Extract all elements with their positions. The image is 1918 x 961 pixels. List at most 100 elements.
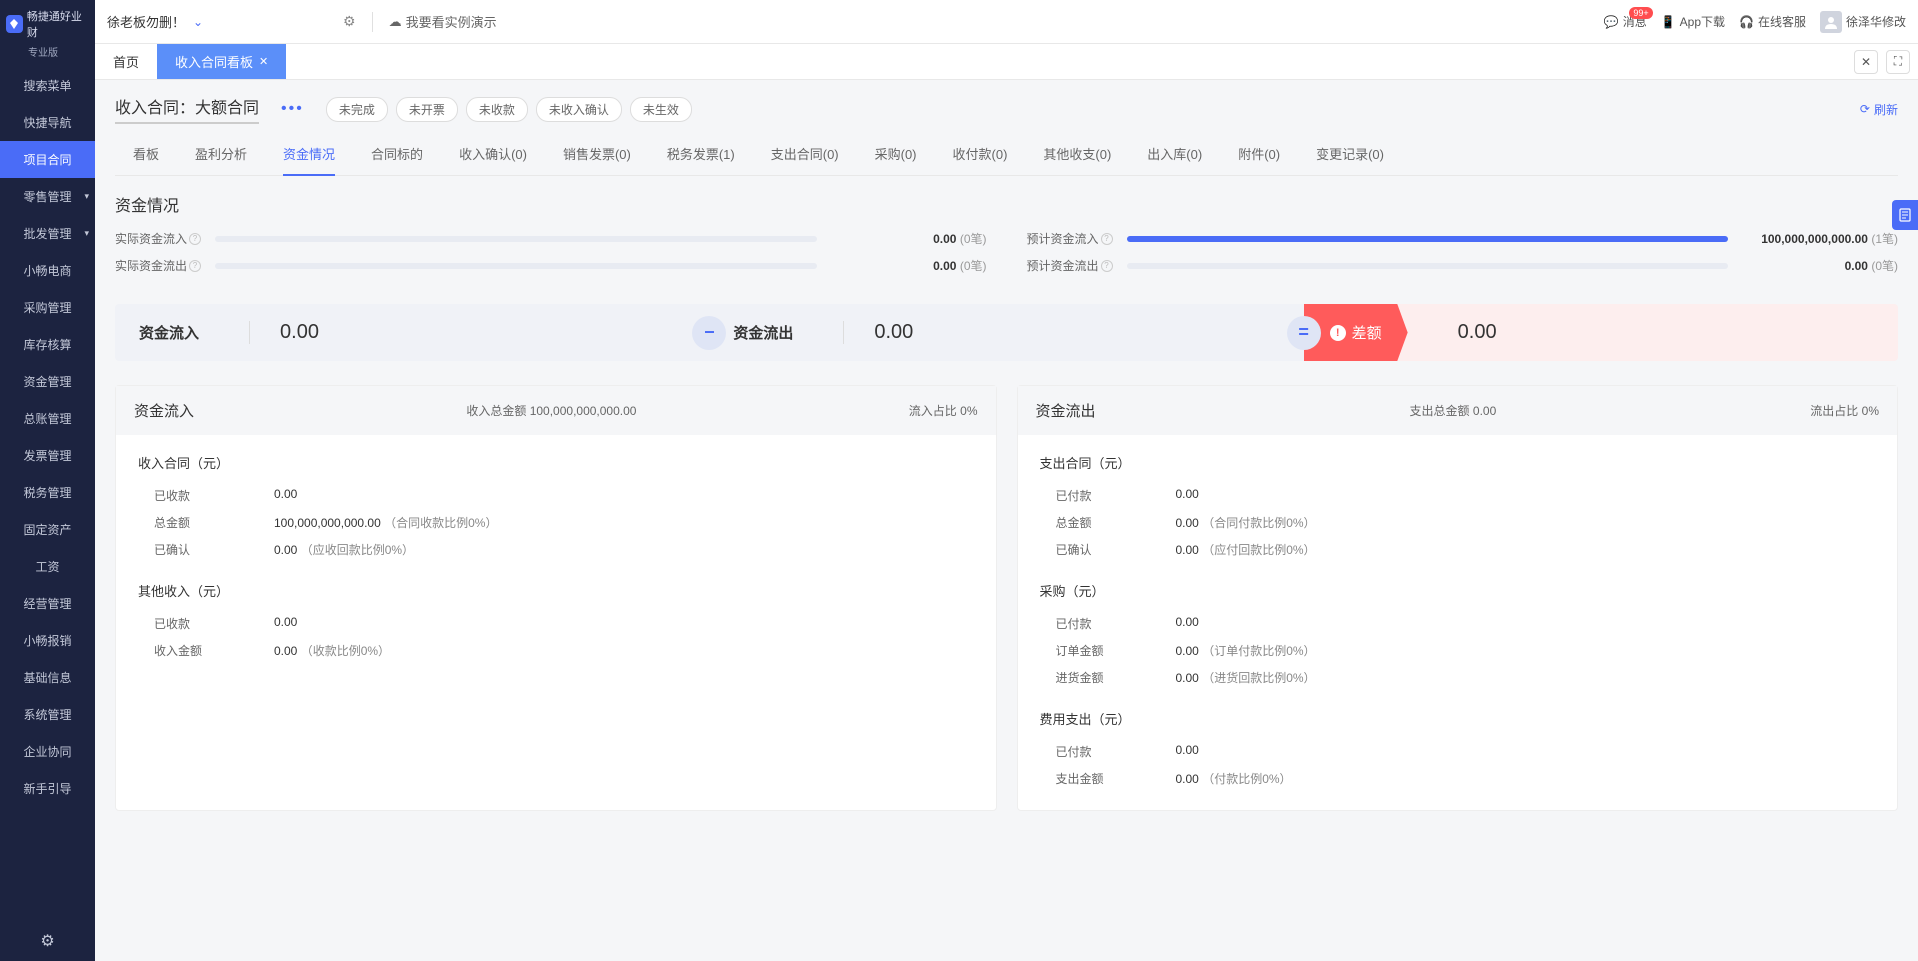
- contract-name: 大额合同: [195, 100, 259, 117]
- inner-tab-13[interactable]: 变更记录(0): [1298, 134, 1402, 175]
- outflow-ratio-label: 流出占比: [1810, 404, 1858, 418]
- outflow-panel-header: 资金流出 支出总金额 0.00 流出占比 0%: [1018, 386, 1898, 435]
- sidebar-item-1[interactable]: 快捷导航: [0, 104, 95, 141]
- sidebar-item-label: 库存核算: [23, 336, 71, 353]
- fund-label: 实际资金流入 ?: [115, 230, 205, 247]
- side-float-button[interactable]: [1892, 200, 1918, 230]
- summary-diff-label: 差额: [1352, 322, 1382, 343]
- inflow-panel-title: 资金流入: [134, 400, 194, 421]
- inner-tab-4[interactable]: 收入确认(0): [441, 134, 545, 175]
- status-pill-1[interactable]: 未开票: [396, 97, 458, 122]
- sidebar-item-2[interactable]: 项目合同: [0, 141, 95, 178]
- sidebar-settings[interactable]: ⚙: [0, 921, 95, 961]
- sidebar-item-14[interactable]: 经营管理: [0, 585, 95, 622]
- company-selector[interactable]: 徐老板勿删！ ⌄: [107, 12, 327, 31]
- chevron-down-icon: ▾: [84, 228, 89, 239]
- demo-link-label: 我要看实例演示: [406, 12, 497, 31]
- inner-tab-5[interactable]: 销售发票(0): [545, 134, 649, 175]
- inner-tab-0[interactable]: 看板: [115, 134, 177, 175]
- demo-link[interactable]: ☁ 我要看实例演示: [389, 12, 497, 31]
- app-download-button[interactable]: 📱 App下载: [1661, 13, 1725, 30]
- inner-tab-3[interactable]: 合同标的: [353, 134, 441, 175]
- sidebar-item-label: 工资: [35, 558, 59, 575]
- more-actions-button[interactable]: •••: [271, 100, 314, 118]
- help-icon[interactable]: ?: [189, 260, 201, 272]
- status-pill-2[interactable]: 未收款: [466, 97, 528, 122]
- company-settings-icon[interactable]: ⚙: [343, 13, 356, 30]
- funds-actual-column: 实际资金流入 ?0.00 (0笔)实际资金流出 ?0.00 (0笔): [115, 230, 987, 284]
- tab-home-label: 首页: [113, 52, 139, 71]
- sidebar-item-4[interactable]: 批发管理▾: [0, 215, 95, 252]
- inner-tab-7[interactable]: 支出合同(0): [753, 134, 857, 175]
- help-icon[interactable]: ?: [1101, 233, 1113, 245]
- fund-progress-fill: [1127, 236, 1729, 242]
- summary-outflow-value: 0.00: [843, 321, 1279, 344]
- sidebar-item-label: 经营管理: [23, 595, 71, 612]
- sidebar-item-label: 零售管理: [23, 188, 71, 205]
- row-key: 已付款: [1056, 743, 1176, 760]
- inner-tab-11[interactable]: 出入库(0): [1129, 134, 1220, 175]
- sidebar-item-13[interactable]: 工资: [0, 548, 95, 585]
- inflow-total-value: 100,000,000,000.00: [530, 404, 637, 418]
- sidebar-item-5[interactable]: 小畅电商: [0, 252, 95, 289]
- panel-data-row: 已确认0.00 （应收回款比例0%）: [138, 536, 974, 563]
- inner-tab-6[interactable]: 税务发票(1): [649, 134, 753, 175]
- inner-tab-12[interactable]: 附件(0): [1220, 134, 1298, 175]
- status-pill-4[interactable]: 未生效: [630, 97, 692, 122]
- sidebar-item-17[interactable]: 系统管理: [0, 696, 95, 733]
- fund-progress-bar: [215, 263, 817, 269]
- sidebar-item-7[interactable]: 库存核算: [0, 326, 95, 363]
- outflow-panel-title: 资金流出: [1036, 400, 1096, 421]
- main-area: 徐老板勿删！ ⌄ ⚙ ☁ 我要看实例演示 💬 消息 99+ 📱 App下载: [95, 0, 1918, 961]
- tab-contract-board[interactable]: 收入合同看板 ✕: [157, 44, 286, 79]
- row-value: 100,000,000,000.00 （合同收款比例0%）: [274, 514, 974, 531]
- sidebar-item-label: 发票管理: [23, 447, 71, 464]
- row-key: 已确认: [1056, 541, 1176, 558]
- inflow-panel-header: 资金流入 收入总金额 100,000,000,000.00 流入占比 0%: [116, 386, 996, 435]
- support-button[interactable]: 🎧 在线客服: [1739, 13, 1806, 30]
- inflow-panel-body: 收入合同（元） 已收款0.00 总金额100,000,000,000.00 （合同收…: [116, 435, 996, 682]
- messages-button[interactable]: 💬 消息 99+: [1604, 13, 1647, 30]
- fund-row: 实际资金流入 ?0.00 (0笔): [115, 230, 987, 247]
- close-icon[interactable]: ✕: [259, 55, 268, 68]
- fund-value: 100,000,000,000.00 (1笔): [1738, 230, 1898, 247]
- sidebar-item-6[interactable]: 采购管理: [0, 289, 95, 326]
- sidebar-item-8[interactable]: 资金管理: [0, 363, 95, 400]
- fund-label: 实际资金流出 ?: [115, 257, 205, 274]
- sidebar-item-18[interactable]: 企业协同: [0, 733, 95, 770]
- inner-tab-10[interactable]: 其他收支(0): [1025, 134, 1129, 175]
- inner-tab-1[interactable]: 盈利分析: [177, 134, 265, 175]
- panel-data-row: 已收款0.00: [138, 610, 974, 637]
- sidebar-item-3[interactable]: 零售管理▾: [0, 178, 95, 215]
- sidebar-item-11[interactable]: 税务管理: [0, 474, 95, 511]
- close-all-tabs-button[interactable]: ✕: [1854, 50, 1878, 74]
- sidebar-item-12[interactable]: 固定资产: [0, 511, 95, 548]
- user-name: 徐泽华修改: [1846, 13, 1906, 30]
- sidebar-item-15[interactable]: 小畅报销: [0, 622, 95, 659]
- sidebar-item-9[interactable]: 总账管理: [0, 400, 95, 437]
- fullscreen-button[interactable]: ⛶: [1886, 50, 1910, 74]
- status-pill-3[interactable]: 未收入确认: [536, 97, 622, 122]
- help-icon[interactable]: ?: [1101, 260, 1113, 272]
- sidebar-item-label: 搜索菜单: [23, 77, 71, 94]
- sidebar-menu: 搜索菜单快捷导航项目合同零售管理▾批发管理▾小畅电商采购管理库存核算资金管理总账…: [0, 67, 95, 921]
- sidebar-item-label: 快捷导航: [23, 114, 71, 131]
- message-icon: 💬: [1604, 15, 1619, 29]
- inner-tab-9[interactable]: 收付款(0): [935, 134, 1026, 175]
- help-icon[interactable]: ?: [189, 233, 201, 245]
- headset-icon: 🎧: [1739, 15, 1754, 29]
- user-menu[interactable]: 徐泽华修改: [1820, 11, 1906, 33]
- panel-section-title: 收入合同（元）: [138, 453, 974, 472]
- refresh-button[interactable]: ⟳ 刷新: [1860, 101, 1898, 118]
- inner-tab-2[interactable]: 资金情况: [265, 134, 353, 175]
- sidebar-item-0[interactable]: 搜索菜单: [0, 67, 95, 104]
- panel-data-row: 总金额100,000,000,000.00 （合同收款比例0%）: [138, 509, 974, 536]
- sidebar-item-19[interactable]: 新手引导: [0, 770, 95, 807]
- inner-tab-8[interactable]: 采购(0): [857, 134, 935, 175]
- sidebar-item-16[interactable]: 基础信息: [0, 659, 95, 696]
- sidebar-item-10[interactable]: 发票管理: [0, 437, 95, 474]
- summary-diff-value: 0.00: [1438, 321, 1874, 344]
- status-pill-0[interactable]: 未完成: [326, 97, 388, 122]
- tab-home[interactable]: 首页: [95, 44, 157, 79]
- content-scroll[interactable]: 收入合同：大额合同 ••• 未完成未开票未收款未收入确认未生效 ⟳ 刷新 看板盈…: [95, 80, 1918, 961]
